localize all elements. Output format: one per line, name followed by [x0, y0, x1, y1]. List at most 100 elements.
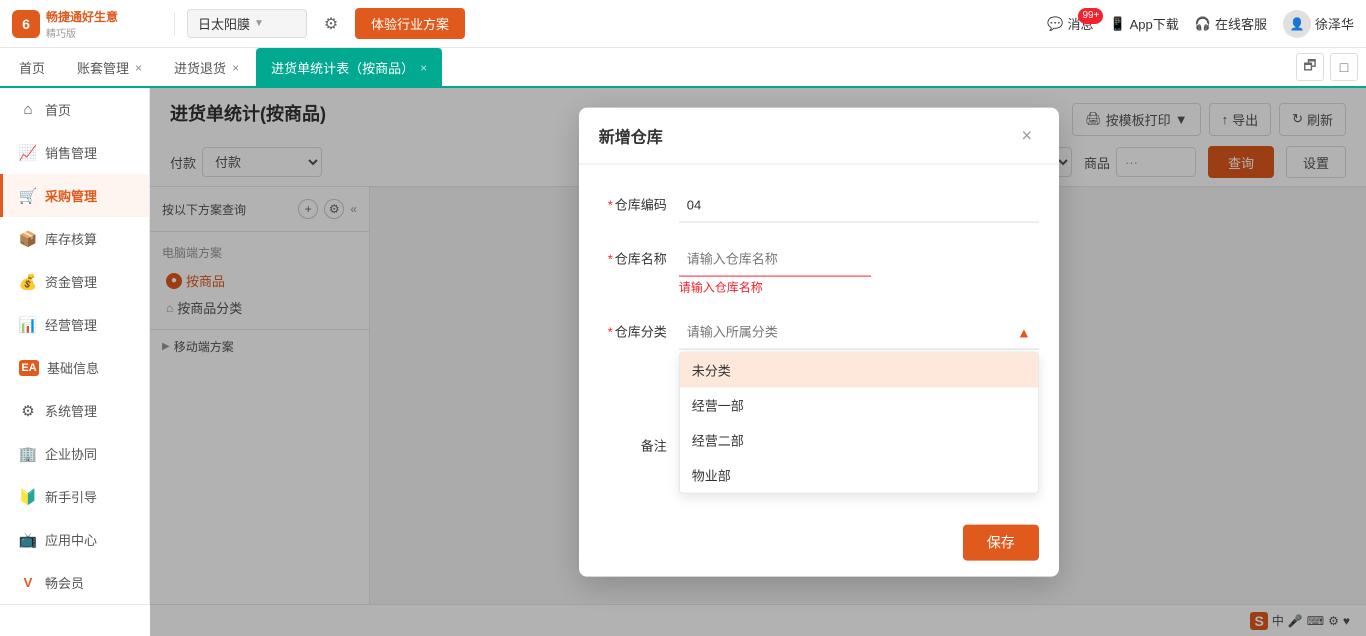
- store-name: 日太阳膜: [198, 14, 250, 33]
- sidebar-finance-label: 资金管理: [45, 272, 97, 291]
- modal-body: 仓库编码 仓库名称 请输入仓库名称 仓库分类: [579, 165, 1059, 513]
- newbie-icon: 🔰: [19, 488, 37, 506]
- sidebar-apps-label: 应用中心: [45, 530, 97, 549]
- tab-purchase-return-label: 进货退货: [174, 58, 226, 77]
- category-arrow-icon[interactable]: ▲: [1017, 325, 1031, 341]
- modal-close-btn[interactable]: ×: [1015, 124, 1039, 148]
- tab-account-label: 账套管理: [77, 58, 129, 77]
- avatar: 👤: [1283, 10, 1311, 38]
- sidebar-member-label: 畅会员: [45, 573, 84, 592]
- member-icon: V: [19, 574, 37, 592]
- phone-icon: 📱: [1109, 16, 1125, 32]
- purchase-icon: 🛒: [19, 187, 37, 205]
- online-service-label: 在线客服: [1215, 14, 1267, 33]
- tab-purchase-return[interactable]: 进货退货 ×: [159, 48, 254, 86]
- sidebar-item-basic[interactable]: EA 基础信息: [0, 346, 149, 389]
- sidebar-basic-label: 基础信息: [47, 358, 99, 377]
- user-menu[interactable]: 👤 徐泽华: [1283, 10, 1354, 38]
- sidebar-item-member[interactable]: V 畅会员: [0, 561, 149, 604]
- name-label: 仓库名称: [599, 243, 679, 268]
- warehouse-category-row: 仓库分类 ▲ 未分类 经营一部 经营二部 物业部: [599, 316, 1039, 350]
- operations-icon: 📊: [19, 316, 37, 334]
- sidebar-system-label: 系统管理: [45, 401, 97, 420]
- name-error-msg: 请输入仓库名称: [679, 279, 763, 296]
- sidebar-enterprise-label: 企业协同: [45, 444, 97, 463]
- tab-account-close[interactable]: ×: [135, 61, 142, 75]
- new-warehouse-modal: 新增仓库 × 仓库编码 仓库名称 请输入仓库名称: [579, 108, 1059, 577]
- tab-purchase-return-close[interactable]: ×: [232, 61, 239, 75]
- tab-purchase-stats[interactable]: 进货单统计表（按商品） ×: [256, 48, 442, 86]
- headset-icon: 🎧: [1195, 16, 1211, 32]
- category-select-wrap: ▲ 未分类 经营一部 经营二部 物业部: [679, 316, 1039, 350]
- settings-icon[interactable]: ⚙: [315, 8, 347, 40]
- content-area: 进货单统计(按商品) 🖨 按模板打印 ▼ ↑ 导出 ↻ 刷新: [150, 88, 1366, 636]
- sidebar-inventory-label: 库存核算: [45, 229, 97, 248]
- main-layout: ⌂ 首页 📈 销售管理 🛒 采购管理 📦 库存核算 💰 资金管理 📊 经营管理 …: [0, 88, 1366, 636]
- sidebar-item-system[interactable]: ⚙ 系统管理: [0, 389, 149, 432]
- category-label: 仓库分类: [599, 316, 679, 341]
- code-label: 仓库编码: [599, 189, 679, 214]
- category-dropdown: 未分类 经营一部 经营二部 物业部: [679, 352, 1039, 494]
- sidebar-item-inventory[interactable]: 📦 库存核算: [0, 217, 149, 260]
- dropdown-item-dept1[interactable]: 经营一部: [680, 388, 1038, 423]
- modal-footer: 保存: [579, 513, 1059, 577]
- logo-area: 6 畅捷通好生意 精巧版: [12, 8, 162, 40]
- warehouse-code-input[interactable]: [679, 189, 1039, 223]
- inventory-icon: 📦: [19, 230, 37, 248]
- message-icon: 💬: [1047, 16, 1063, 32]
- sidebar-home-label: 首页: [45, 100, 71, 119]
- tab-account[interactable]: 账套管理 ×: [62, 48, 157, 86]
- warehouse-name-input[interactable]: [679, 243, 871, 277]
- tab-home[interactable]: 首页: [4, 48, 60, 86]
- trial-button[interactable]: 体验行业方案: [355, 8, 465, 39]
- topbar-right: 💬 消息 99+ 📱 App下载 🎧 在线客服 👤 徐泽华: [1047, 10, 1354, 38]
- sidebar-purchase-label: 采购管理: [45, 186, 97, 205]
- system-icon: ⚙: [19, 402, 37, 420]
- tabbar: 首页 账套管理 × 进货退货 × 进货单统计表（按商品） × 🗗 □: [0, 48, 1366, 88]
- sidebar-item-sales[interactable]: 📈 销售管理: [0, 131, 149, 174]
- online-service-btn[interactable]: 🎧 在线客服: [1195, 14, 1267, 33]
- enterprise-icon: 🏢: [19, 445, 37, 463]
- tab-purchase-stats-close[interactable]: ×: [420, 61, 427, 75]
- home-icon: ⌂: [19, 101, 37, 119]
- tab-purchase-stats-label: 进货单统计表（按商品）: [271, 58, 414, 77]
- message-btn[interactable]: 💬 消息 99+: [1047, 14, 1093, 33]
- sidebar-newbie-label: 新手引导: [45, 487, 97, 506]
- tab-home-label: 首页: [19, 58, 45, 77]
- maximize-btn[interactable]: □: [1330, 53, 1358, 81]
- basic-icon: EA: [19, 360, 39, 376]
- dropdown-item-dept2[interactable]: 经营二部: [680, 423, 1038, 458]
- sidebar-item-home[interactable]: ⌂ 首页: [0, 88, 149, 131]
- app-download-label: App下载: [1130, 14, 1179, 33]
- sidebar-item-finance[interactable]: 💰 资金管理: [0, 260, 149, 303]
- sidebar-item-apps[interactable]: 📺 应用中心: [0, 518, 149, 561]
- sidebar-item-enterprise[interactable]: 🏢 企业协同: [0, 432, 149, 475]
- logo-icon: 6: [12, 10, 40, 38]
- store-arrow-icon: ▼: [254, 18, 264, 29]
- save-button[interactable]: 保存: [963, 525, 1039, 561]
- sidebar-sales-label: 销售管理: [45, 143, 97, 162]
- name-field-wrap: [679, 243, 1039, 277]
- sales-icon: 📈: [19, 144, 37, 162]
- category-input[interactable]: [679, 316, 1039, 350]
- finance-icon: 💰: [19, 273, 37, 291]
- sidebar-operations-label: 经营管理: [45, 315, 97, 334]
- app-download-btn[interactable]: 📱 App下载: [1109, 14, 1178, 33]
- apps-icon: 📺: [19, 531, 37, 549]
- sidebar-item-purchase[interactable]: 🛒 采购管理: [0, 174, 149, 217]
- store-selector[interactable]: 日太阳膜 ▼: [187, 9, 307, 38]
- sidebar-item-operations[interactable]: 📊 经营管理: [0, 303, 149, 346]
- sidebar: ⌂ 首页 📈 销售管理 🛒 采购管理 📦 库存核算 💰 资金管理 📊 经营管理 …: [0, 88, 150, 636]
- dropdown-item-property[interactable]: 物业部: [680, 458, 1038, 493]
- modal-title: 新增仓库: [599, 124, 663, 148]
- warehouse-name-row: 仓库名称 请输入仓库名称: [599, 243, 1039, 296]
- modal-header: 新增仓库 ×: [579, 108, 1059, 165]
- restore-btn[interactable]: 🗗: [1296, 53, 1324, 81]
- warehouse-code-row: 仓库编码: [599, 189, 1039, 223]
- username: 徐泽华: [1315, 14, 1354, 33]
- logo-text: 畅捷通好生意 精巧版: [46, 8, 118, 40]
- tab-actions: 🗗 □: [1296, 48, 1366, 86]
- dropdown-item-uncategorized[interactable]: 未分类: [680, 353, 1038, 388]
- remark-label: 备注: [599, 430, 679, 455]
- sidebar-item-newbie[interactable]: 🔰 新手引导: [0, 475, 149, 518]
